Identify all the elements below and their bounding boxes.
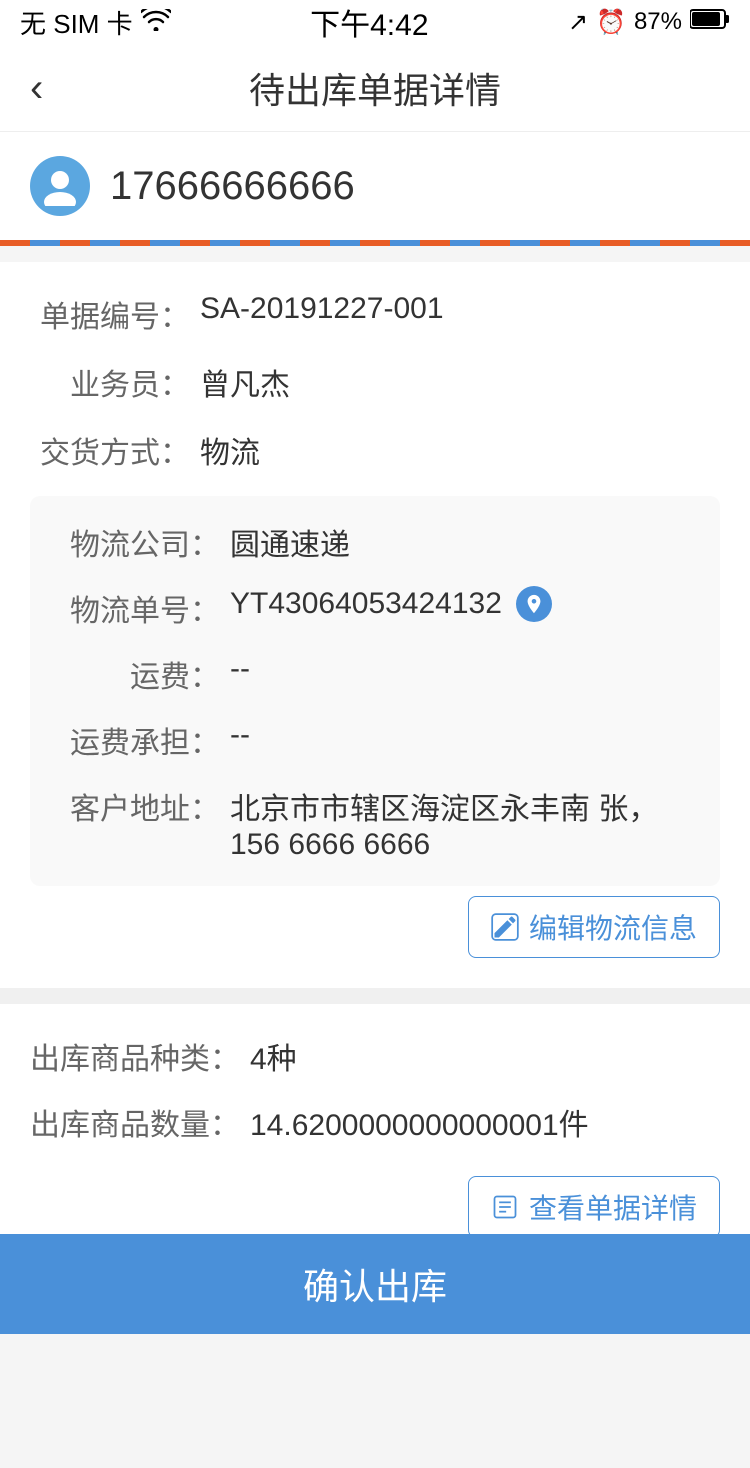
- confirm-outbound-label: 确认出库: [303, 1258, 447, 1310]
- goods-type-label: 出库商品种类：: [30, 1034, 240, 1078]
- freight-row: 运费： --: [60, 652, 690, 696]
- goods-section: 出库商品种类： 4种 出库商品数量： 14.6200000000000001件 …: [0, 1004, 750, 1268]
- sim-status: 无 SIM 卡: [20, 4, 133, 41]
- logistics-company-value: 圆通速递: [230, 520, 690, 564]
- status-bar: 无 SIM 卡 下午4:42 ↗ ⏰ 87%: [0, 0, 750, 44]
- tracking-location-icon[interactable]: [516, 586, 552, 622]
- logistics-card: 物流公司： 圆通速递 物流单号： YT43064053424132 运费： --…: [30, 496, 720, 886]
- user-section: 17666666666: [0, 132, 750, 240]
- address-value: 北京市市辖区海淀区永丰南 张，156 6666 6666: [230, 784, 690, 862]
- freight-value: --: [230, 652, 690, 686]
- tracking-number-label: 物流单号：: [60, 586, 220, 630]
- goods-quantity-label: 出库商品数量：: [30, 1100, 240, 1144]
- logistics-company-label: 物流公司：: [60, 520, 220, 564]
- battery-percentage: 87%: [634, 8, 682, 36]
- status-time: 下午4:42: [310, 0, 428, 44]
- goods-type-row: 出库商品种类： 4种: [30, 1034, 720, 1078]
- goods-type-value: 4种: [250, 1034, 297, 1078]
- freight-bearer-value: --: [230, 718, 690, 752]
- status-right: ↗ ⏰ 87%: [568, 8, 730, 37]
- avatar: [30, 156, 90, 216]
- view-details-button[interactable]: 查看单据详情: [468, 1176, 720, 1238]
- edit-logistics-label: 编辑物流信息: [529, 907, 697, 947]
- tracking-number-value: YT43064053424132: [230, 586, 690, 622]
- document-number-row: 单据编号： SA-20191227-001: [30, 292, 720, 336]
- location-status-icon: ↗: [568, 8, 588, 37]
- freight-bearer-label: 运费承担：: [60, 718, 220, 762]
- goods-quantity-value: 14.6200000000000001件: [250, 1100, 589, 1144]
- freight-bearer-row: 运费承担： --: [60, 718, 690, 762]
- alarm-icon: ⏰: [596, 8, 626, 37]
- back-button[interactable]: ‹: [30, 68, 43, 108]
- wifi-icon: [141, 7, 171, 38]
- status-left: 无 SIM 卡: [20, 4, 171, 41]
- address-label: 客户地址：: [60, 784, 220, 828]
- edit-logistics-button[interactable]: 编辑物流信息: [468, 896, 720, 958]
- freight-label: 运费：: [60, 652, 220, 696]
- document-info-section: 单据编号： SA-20191227-001 业务员： 曾凡杰 交货方式： 物流 …: [0, 262, 750, 988]
- delivery-value: 物流: [200, 428, 720, 472]
- logistics-company-row: 物流公司： 圆通速递: [60, 520, 690, 564]
- salesman-row: 业务员： 曾凡杰: [30, 360, 720, 404]
- user-phone: 17666666666: [110, 164, 355, 209]
- salesman-label: 业务员：: [30, 360, 190, 404]
- view-details-label: 查看单据详情: [529, 1187, 697, 1227]
- tracking-number-row: 物流单号： YT43064053424132: [60, 586, 690, 630]
- confirm-outbound-button[interactable]: 确认出库: [0, 1234, 750, 1334]
- document-number-label: 单据编号：: [30, 292, 190, 336]
- salesman-value: 曾凡杰: [200, 360, 720, 404]
- battery-icon: [690, 8, 730, 37]
- color-divider: [0, 240, 750, 246]
- view-details-container: 查看单据详情: [30, 1166, 720, 1238]
- page-title: 待出库单据详情: [249, 62, 501, 114]
- section-divider: [0, 988, 750, 1004]
- address-row: 客户地址： 北京市市辖区海淀区永丰南 张，156 6666 6666: [60, 784, 690, 862]
- nav-bar: ‹ 待出库单据详情: [0, 44, 750, 132]
- delivery-row: 交货方式： 物流: [30, 428, 720, 472]
- document-number-value: SA-20191227-001: [200, 292, 720, 326]
- edit-logistics-container: 编辑物流信息: [30, 886, 720, 958]
- goods-quantity-row: 出库商品数量： 14.6200000000000001件: [30, 1100, 720, 1144]
- delivery-label: 交货方式：: [30, 428, 190, 472]
